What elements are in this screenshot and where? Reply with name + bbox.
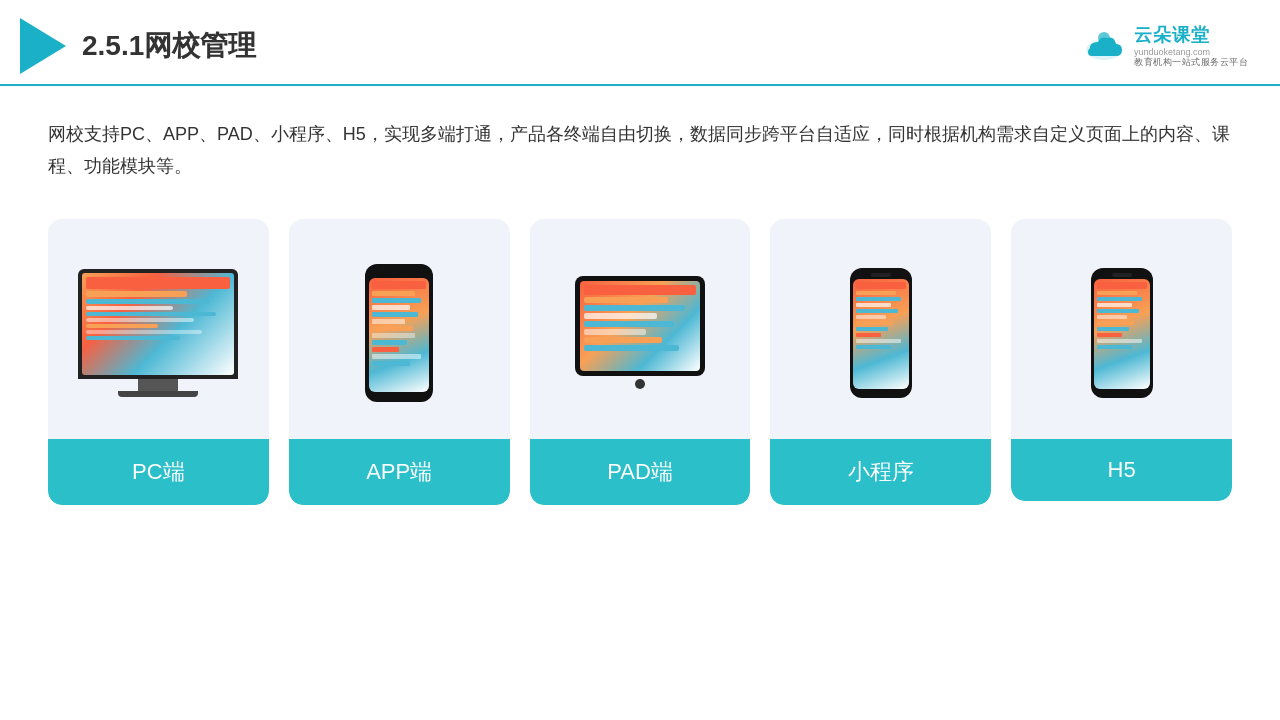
page-title: 2.5.1网校管理 xyxy=(82,27,256,65)
pad-label: PAD端 xyxy=(530,439,751,505)
brand-domain: yunduoketang.com xyxy=(1134,47,1210,57)
description-text: 网校支持PC、APP、PAD、小程序、H5，实现多端打通，产品各终端自由切换，数… xyxy=(48,118,1232,183)
pc-card-image xyxy=(48,219,269,439)
h5-card-image xyxy=(1011,219,1232,439)
phone-mockup-h5 xyxy=(1091,268,1153,398)
device-cards-row: PC端 xyxy=(48,219,1232,505)
miniprogram-card-image xyxy=(770,219,991,439)
header: 2.5.1网校管理 云朵课堂 yunduoketang.com 教育机构一站式服… xyxy=(0,0,1280,86)
content-area: 网校支持PC、APP、PAD、小程序、H5，实现多端打通，产品各终端自由切换，数… xyxy=(0,86,1280,525)
logo-triangle-icon xyxy=(20,18,66,74)
pc-card: PC端 xyxy=(48,219,269,505)
brand-sub: 教育机构一站式服务云平台 xyxy=(1134,57,1248,69)
h5-card: H5 xyxy=(1011,219,1232,501)
pc-label: PC端 xyxy=(48,439,269,505)
app-card-image xyxy=(289,219,510,439)
app-card: APP端 xyxy=(289,219,510,505)
header-right: 云朵课堂 yunduoketang.com 教育机构一站式服务云平台 xyxy=(1080,23,1248,69)
pad-card: PAD端 xyxy=(530,219,751,505)
miniprogram-label: 小程序 xyxy=(770,439,991,505)
brand-name: 云朵课堂 xyxy=(1134,23,1210,47)
app-label: APP端 xyxy=(289,439,510,505)
svg-point-1 xyxy=(1098,32,1110,44)
phone-mockup-app xyxy=(365,264,433,402)
h5-label: H5 xyxy=(1011,439,1232,501)
phone-mockup-mp xyxy=(850,268,912,398)
pc-screen xyxy=(78,269,238,379)
brand-logo: 云朵课堂 yunduoketang.com 教育机构一站式服务云平台 xyxy=(1080,23,1248,69)
pc-mockup xyxy=(78,269,238,397)
tablet-mockup xyxy=(575,276,705,389)
miniprogram-card: 小程序 xyxy=(770,219,991,505)
brand-text: 云朵课堂 yunduoketang.com 教育机构一站式服务云平台 xyxy=(1134,23,1248,69)
pad-card-image xyxy=(530,219,751,439)
header-left: 2.5.1网校管理 xyxy=(20,18,256,74)
cloud-icon xyxy=(1080,28,1128,64)
